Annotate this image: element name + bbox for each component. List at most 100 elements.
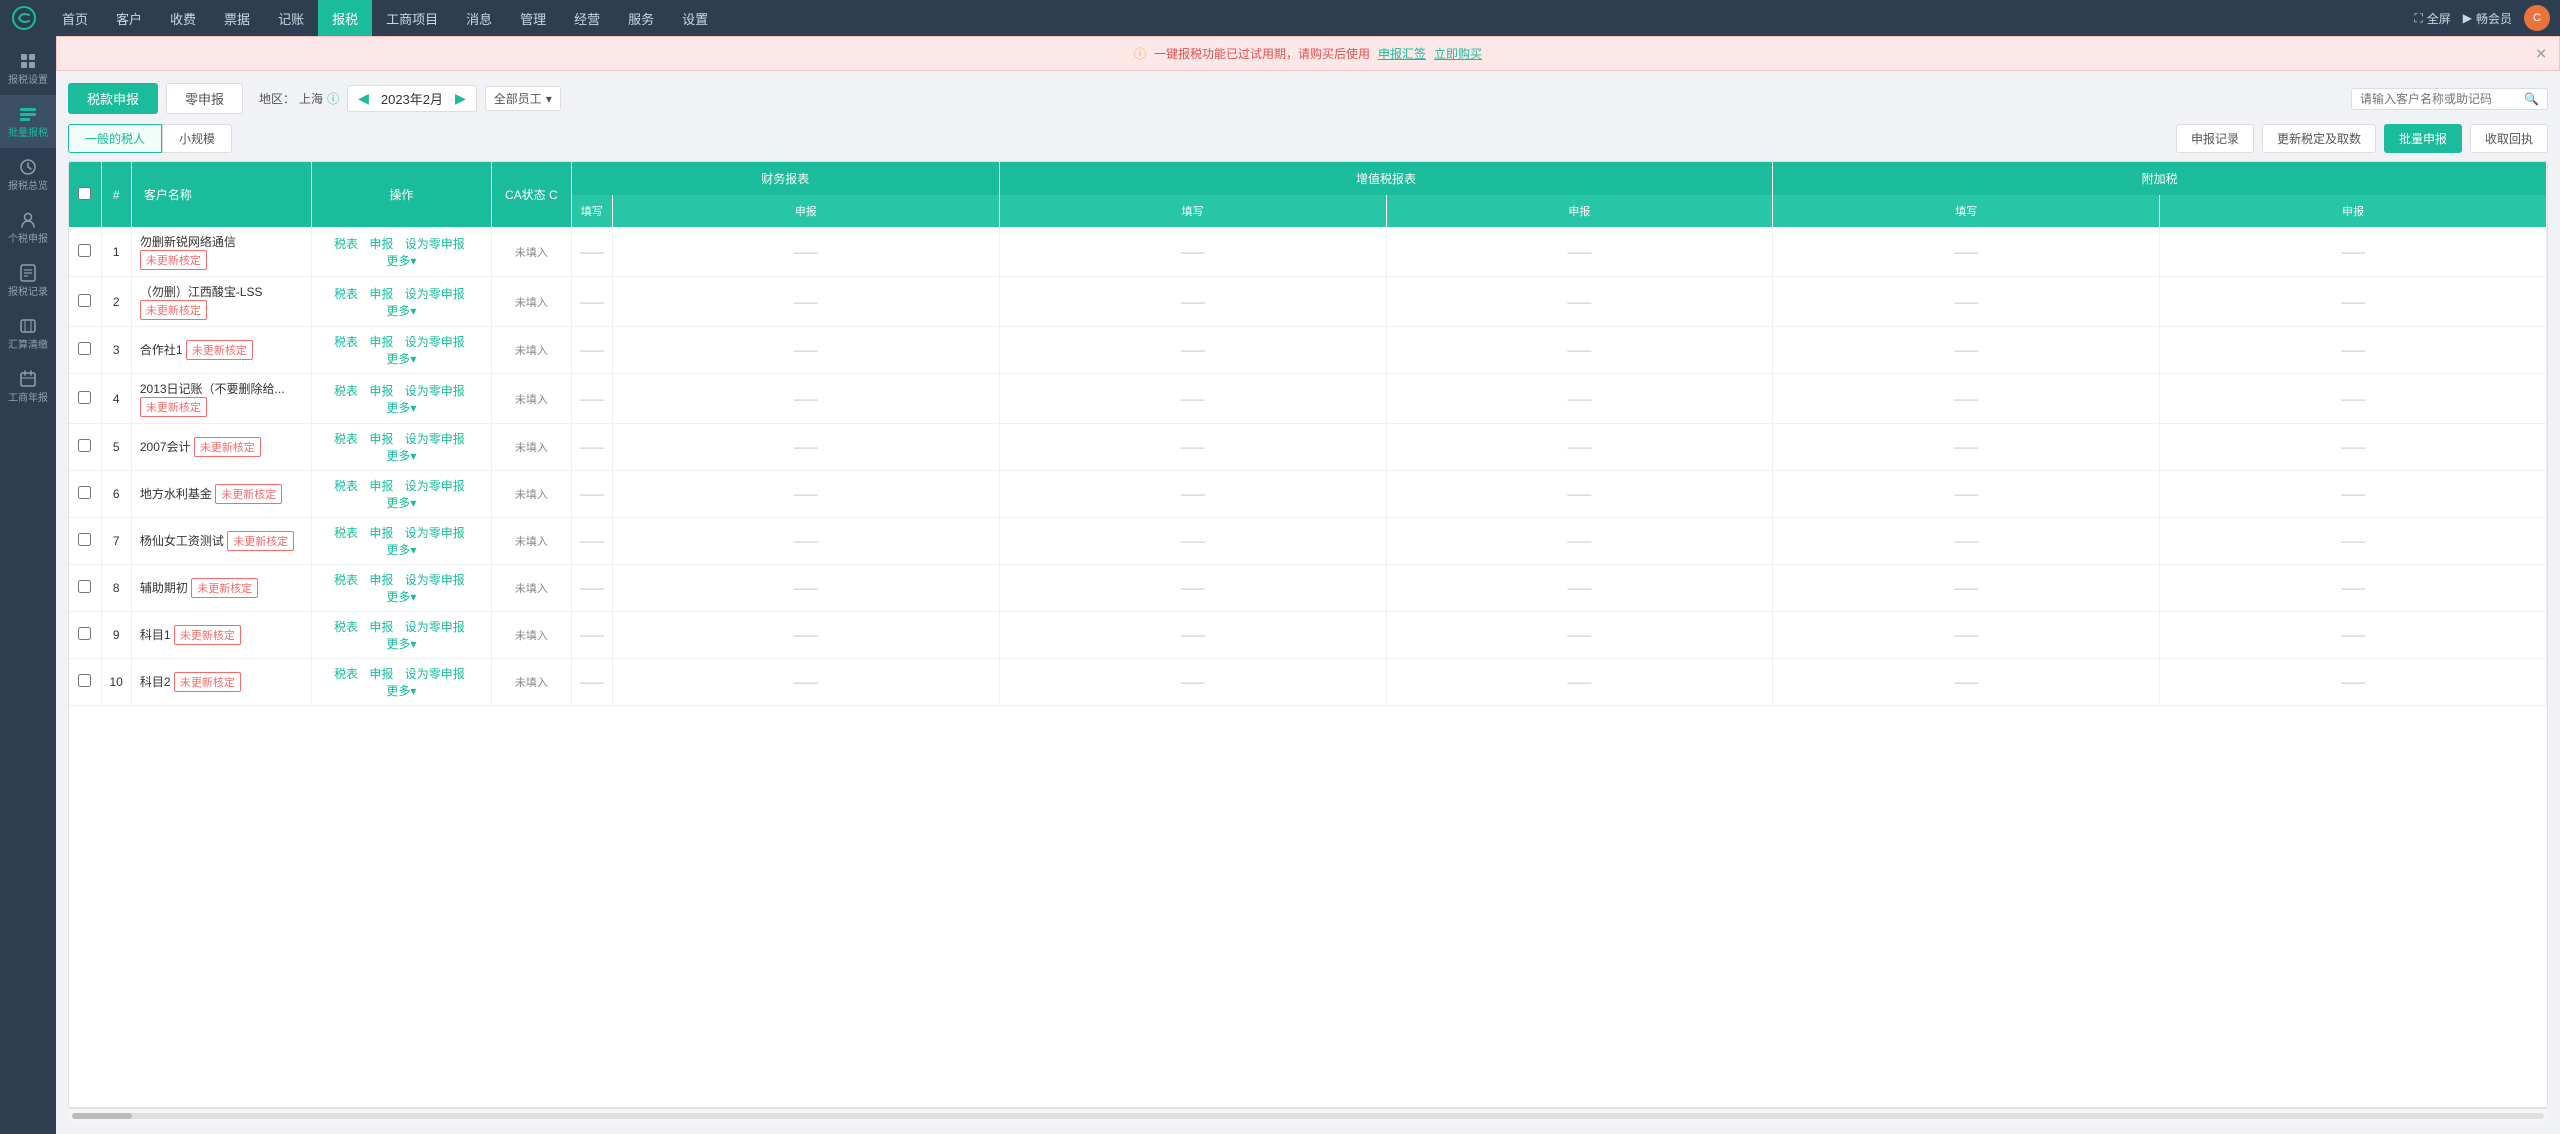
row-checkbox-3[interactable] — [78, 391, 91, 404]
data-table-wrapper: # 客户名称 操作 CA状态 C 财务报表 增值税报表 附加税 填写 申报 填写 — [68, 161, 2548, 1108]
op-declare[interactable]: 申报 — [367, 665, 395, 682]
region-info: 地区： 上海 ⓘ — [259, 90, 339, 107]
op-tax-form[interactable]: 税表 — [332, 285, 360, 302]
op-declare[interactable]: 申报 — [367, 382, 395, 399]
nav-invoice[interactable]: 票据 — [210, 0, 264, 36]
nav-commerce[interactable]: 工商项目 — [372, 0, 452, 36]
prev-date-button[interactable]: ◀ — [358, 90, 369, 107]
sidebar-item-records[interactable]: 报税记录 — [0, 254, 56, 307]
op-more[interactable]: 更多▾ — [384, 541, 418, 558]
op-declare[interactable]: 申报 — [367, 333, 395, 350]
banner-close-button[interactable]: ✕ — [2535, 45, 2547, 62]
tab-small-scale[interactable]: 小规模 — [162, 124, 232, 153]
app-logo[interactable] — [10, 4, 38, 32]
nav-tax[interactable]: 报税 — [318, 0, 372, 36]
banner-link-report[interactable]: 申报汇签 — [1378, 45, 1426, 62]
op-more[interactable]: 更多▾ — [384, 447, 418, 464]
op-declare[interactable]: 申报 — [367, 571, 395, 588]
op-set-zero[interactable]: 设为零申报 — [403, 618, 467, 635]
employee-selector[interactable]: 全部员工 ▾ — [485, 86, 561, 111]
nav-fee[interactable]: 收费 — [156, 0, 210, 36]
banner-link-buy[interactable]: 立即购买 — [1434, 45, 1482, 62]
tab-tax-declaration[interactable]: 税款申报 — [68, 83, 158, 114]
update-tax-rate-button[interactable]: 更新税定及取数 — [2262, 124, 2376, 153]
row-operations: 税表 申报 设为零申报 更多▾ — [311, 612, 491, 659]
sidebar-item-annual[interactable]: 工商年报 — [0, 360, 56, 413]
op-more[interactable]: 更多▾ — [384, 494, 418, 511]
nav-accounting[interactable]: 记账 — [264, 0, 318, 36]
declaration-record-button[interactable]: 申报记录 — [2176, 124, 2254, 153]
horizontal-scrollbar[interactable] — [68, 1108, 2548, 1122]
nav-management[interactable]: 管理 — [506, 0, 560, 36]
row-checkbox-1[interactable] — [78, 294, 91, 307]
table-row: 7 杨仙女工资测试 未更新核定 税表 申报 设为零申报 更多▾ 未填入 —— —… — [69, 518, 2547, 565]
op-declare[interactable]: 申报 — [367, 235, 395, 252]
nav-settings[interactable]: 设置 — [668, 0, 722, 36]
row-checkbox-9[interactable] — [78, 674, 91, 687]
select-all-checkbox[interactable] — [78, 187, 91, 200]
op-declare[interactable]: 申报 — [367, 477, 395, 494]
op-declare[interactable]: 申报 — [367, 524, 395, 541]
op-set-zero[interactable]: 设为零申报 — [403, 665, 467, 682]
member-button[interactable]: ▶ 畅会员 — [2463, 10, 2512, 27]
op-set-zero[interactable]: 设为零申报 — [403, 382, 467, 399]
op-tax-form[interactable]: 税表 — [332, 524, 360, 541]
search-icon[interactable]: 🔍 — [2524, 92, 2539, 106]
op-tax-form[interactable]: 税表 — [332, 382, 360, 399]
op-set-zero[interactable]: 设为零申报 — [403, 571, 467, 588]
nav-home[interactable]: 首页 — [48, 0, 102, 36]
op-set-zero[interactable]: 设为零申报 — [403, 477, 467, 494]
search-box: 🔍 — [2351, 88, 2548, 110]
row-checkbox-4[interactable] — [78, 439, 91, 452]
op-set-zero[interactable]: 设为零申报 — [403, 524, 467, 541]
row-tax-fill: —— — [999, 277, 1386, 327]
nav-client[interactable]: 客户 — [102, 0, 156, 36]
sidebar-item-batch-tax[interactable]: 批量报税 — [0, 95, 56, 148]
op-more[interactable]: 更多▾ — [384, 635, 418, 652]
tab-zero-declaration[interactable]: 零申报 — [166, 83, 243, 114]
op-more[interactable]: 更多▾ — [384, 350, 418, 367]
op-tax-form[interactable]: 税表 — [332, 235, 360, 252]
op-declare[interactable]: 申报 — [367, 618, 395, 635]
op-tax-form[interactable]: 税表 — [332, 571, 360, 588]
op-more[interactable]: 更多▾ — [384, 302, 418, 319]
op-tax-form[interactable]: 税表 — [332, 618, 360, 635]
nav-operation[interactable]: 经营 — [560, 0, 614, 36]
row-checkbox-0[interactable] — [78, 244, 91, 257]
row-checkbox-2[interactable] — [78, 342, 91, 355]
op-more[interactable]: 更多▾ — [384, 399, 418, 416]
batch-declare-button[interactable]: 批量申报 — [2384, 124, 2462, 153]
tab-general-taxpayer[interactable]: 一般的税人 — [68, 124, 162, 153]
row-checkbox-5[interactable] — [78, 486, 91, 499]
fullscreen-button[interactable]: ⛶ 全屏 — [2414, 10, 2450, 27]
op-set-zero[interactable]: 设为零申报 — [403, 333, 467, 350]
next-date-button[interactable]: ▶ — [455, 90, 466, 107]
nav-message[interactable]: 消息 — [452, 0, 506, 36]
avatar[interactable]: C — [2524, 5, 2550, 31]
search-input[interactable] — [2360, 92, 2520, 106]
sidebar-item-settlement[interactable]: 汇算清缴 — [0, 307, 56, 360]
table-row: 2 （勿删）江西酸宝-LSS 未更新核定 税表 申报 设为零申报 更多▾ 未填入… — [69, 277, 2547, 327]
sidebar-item-overview[interactable]: 报税总览 — [0, 148, 56, 201]
row-checkbox-7[interactable] — [78, 580, 91, 593]
op-tax-form[interactable]: 税表 — [332, 665, 360, 682]
op-set-zero[interactable]: 设为零申报 — [403, 285, 467, 302]
op-declare[interactable]: 申报 — [367, 430, 395, 447]
op-tax-form[interactable]: 税表 — [332, 430, 360, 447]
sidebar-item-tax-settings[interactable]: 报税设置 — [0, 42, 56, 95]
row-checkbox-6[interactable] — [78, 533, 91, 546]
op-more[interactable]: 更多▾ — [384, 588, 418, 605]
op-declare[interactable]: 申报 — [367, 285, 395, 302]
op-more[interactable]: 更多▾ — [384, 682, 418, 699]
nav-service[interactable]: 服务 — [614, 0, 668, 36]
sidebar-item-personal-tax[interactable]: 个税申报 — [0, 201, 56, 254]
row-financial-fill: —— — [571, 612, 612, 659]
op-set-zero[interactable]: 设为零申报 — [403, 430, 467, 447]
op-tax-form[interactable]: 税表 — [332, 477, 360, 494]
collect-return-button[interactable]: 收取回执 — [2470, 124, 2548, 153]
op-set-zero[interactable]: 设为零申报 — [403, 235, 467, 252]
row-checkbox-8[interactable] — [78, 627, 91, 640]
op-tax-form[interactable]: 税表 — [332, 333, 360, 350]
scroll-thumb[interactable] — [72, 1113, 132, 1119]
op-more[interactable]: 更多▾ — [384, 252, 418, 269]
